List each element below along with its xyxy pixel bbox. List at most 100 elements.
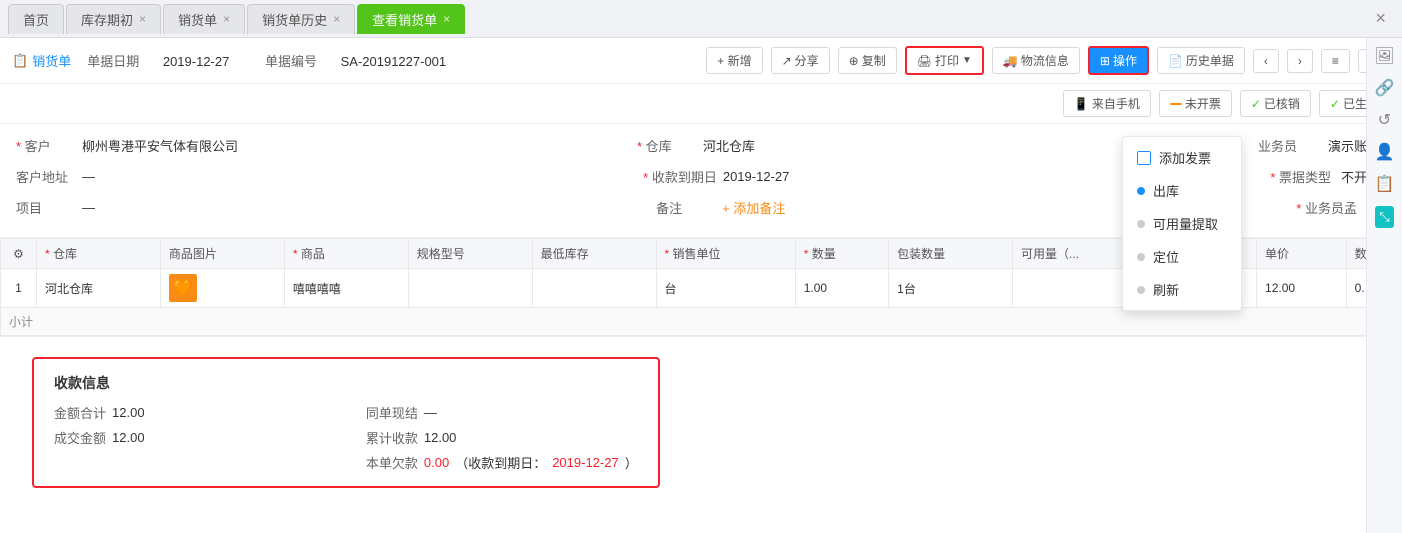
- from-phone-button[interactable]: 📱 来自手机: [1063, 90, 1151, 117]
- copy-icon: ⊕: [849, 54, 859, 68]
- cell-unit-price: 12.00: [1257, 269, 1347, 308]
- dropdown-refresh[interactable]: 刷新: [1123, 273, 1241, 306]
- tab-view-sales[interactable]: 查看销货单 ×: [357, 4, 465, 34]
- dropdown-locate[interactable]: 定位: [1123, 240, 1241, 273]
- refresh-dot-icon: [1137, 286, 1145, 294]
- print-dropdown-arrow: ▼: [962, 55, 972, 66]
- outbound-dot-icon: [1137, 187, 1145, 195]
- tab-sales-history[interactable]: 销货单历史 ×: [247, 4, 355, 34]
- cell-product: 嘻嘻嘻嘻: [284, 269, 408, 308]
- same-order-settle-row: 同单现结 —: [366, 403, 638, 422]
- sidebar-image-icon[interactable]: 🖼: [1374, 46, 1394, 66]
- th-quantity: 数量: [795, 239, 888, 269]
- close-view-sales-tab[interactable]: ×: [443, 12, 450, 26]
- sales-staff-label: 业务员孟: [1296, 198, 1357, 217]
- subtotal-label: 小计: [1, 308, 1402, 336]
- doc-number-label: 单据编号 SA-20191227-001: [265, 54, 462, 69]
- project-value: —: [76, 198, 101, 217]
- payment-date-value: 2019-12-27: [717, 167, 796, 186]
- available-qty-dot-icon: [1137, 220, 1145, 228]
- payment-section: 收款信息 金额合计 12.00 同单现结 — 成交金额 12.00: [32, 357, 660, 488]
- due-date-suffix: ）: [625, 453, 638, 472]
- th-spec: 规格型号: [408, 239, 532, 269]
- product-image: 🧡: [169, 274, 197, 302]
- dropdown-outbound[interactable]: 出库: [1123, 174, 1241, 207]
- right-sidebar: 🖼 🔗 ↺ 👤 📋 ⤡: [1366, 38, 1402, 533]
- same-order-settle-value: —: [424, 405, 437, 420]
- phone-icon: 📱: [1074, 97, 1089, 111]
- document-header: 📋 销货单 单据日期 2019-12-27 单据编号 SA-20191227-0…: [0, 38, 1402, 84]
- sidebar-refresh-icon[interactable]: ↺: [1378, 110, 1391, 130]
- customer-value: 柳州粤港平安气体有限公司: [76, 134, 244, 157]
- sub-toolbar: 📱 来自手机 未开票 ✓ 已核销 ✓ 已生效: [0, 84, 1402, 124]
- operation-button[interactable]: ⊞ 操作: [1088, 46, 1149, 75]
- sidebar-link-icon[interactable]: 🔗: [1375, 78, 1395, 98]
- history-icon: 📄: [1168, 54, 1183, 68]
- prev-record-button[interactable]: ‹: [1253, 49, 1279, 73]
- cumulative-payment-value: 12.00: [424, 430, 457, 445]
- project-label: 项目: [16, 198, 76, 217]
- th-product: 商品: [284, 239, 408, 269]
- tab-bar: 首页 库存期初 × 销货单 × 销货单历史 × 查看销货单 × ×: [0, 0, 1402, 38]
- close-sales-tab[interactable]: ×: [223, 12, 230, 26]
- cell-sales-unit: 台: [656, 269, 795, 308]
- total-amount-value: 12.00: [112, 405, 145, 420]
- warehouse-value: 河北仓库: [697, 134, 761, 157]
- close-history-tab[interactable]: ×: [333, 12, 340, 26]
- next-record-button[interactable]: ›: [1287, 49, 1313, 73]
- logistics-button[interactable]: 🚚 物流信息: [992, 47, 1080, 74]
- th-min-stock: 最低库存: [532, 239, 656, 269]
- add-note-button[interactable]: + 添加备注: [716, 196, 791, 219]
- th-pack-qty: 包装数量: [889, 239, 1013, 269]
- print-button[interactable]: 🖨 打印 ▼: [905, 46, 984, 75]
- transaction-amount-label: 成交金额: [54, 428, 106, 447]
- not-open-badge: [1170, 103, 1182, 105]
- dropdown-add-invoice[interactable]: 添加发票: [1123, 141, 1241, 174]
- share-button[interactable]: ↗ 分享: [771, 47, 830, 74]
- confirm-button[interactable]: ✓ 已核销: [1240, 90, 1311, 117]
- dropdown-available-qty[interactable]: 可用量提取: [1123, 207, 1241, 240]
- th-settings[interactable]: ⚙: [1, 239, 37, 269]
- staff-label: 业务员: [1258, 136, 1318, 155]
- transaction-amount-value: 12.00: [112, 430, 145, 445]
- ticket-type-label: 票据类型: [1270, 167, 1331, 186]
- sidebar-clipboard-icon[interactable]: 📋: [1375, 174, 1395, 194]
- project-field: 项目 —: [16, 198, 656, 217]
- total-amount-row: 金额合计 12.00: [54, 403, 326, 422]
- cell-min-stock: [532, 269, 656, 308]
- transaction-amount-row: 成交金额 12.00: [54, 428, 326, 447]
- total-amount-label: 金额合计: [54, 403, 106, 422]
- due-value: 0.00: [424, 455, 449, 470]
- payment-section-wrapper: 收款信息 金额合计 12.00 同单现结 — 成交金额 12.00: [0, 337, 1402, 508]
- payment-title: 收款信息: [54, 373, 638, 393]
- th-product-img: 商品图片: [160, 239, 284, 269]
- address-label: 客户地址: [16, 167, 76, 186]
- sidebar-user-icon[interactable]: 👤: [1375, 142, 1395, 162]
- payment-grid: 金额合计 12.00 同单现结 — 成交金额 12.00 累计收款 12.00: [54, 403, 638, 472]
- main-content: 📋 销货单 单据日期 2019-12-27 单据编号 SA-20191227-0…: [0, 38, 1402, 533]
- history-button[interactable]: 📄 历史单据: [1157, 47, 1245, 74]
- close-inventory-tab[interactable]: ×: [139, 12, 146, 26]
- th-unit-price: 单价: [1257, 239, 1347, 269]
- invoice-icon: [1137, 151, 1151, 165]
- sidebar-expand-icon[interactable]: ⤡: [1375, 206, 1393, 228]
- check-icon: ✓: [1251, 97, 1261, 111]
- not-open-ticket-button[interactable]: 未开票: [1159, 90, 1232, 117]
- tab-home[interactable]: 首页: [8, 4, 64, 34]
- address-value: —: [76, 167, 101, 186]
- copy-button[interactable]: ⊕ 复制: [838, 47, 897, 74]
- payment-date-label: 收款到期日: [643, 167, 717, 186]
- view-toggle-list[interactable]: ≡: [1321, 49, 1350, 73]
- same-order-settle-label: 同单现结: [366, 403, 418, 422]
- tab-inventory[interactable]: 库存期初 ×: [66, 4, 161, 34]
- cell-quantity: 1.00: [795, 269, 888, 308]
- effective-icon: ✓: [1330, 97, 1340, 111]
- cumulative-payment-label: 累计收款: [366, 428, 418, 447]
- cumulative-payment-row: 累计收款 12.00: [366, 428, 638, 447]
- window-close-button[interactable]: ×: [1367, 8, 1394, 29]
- new-button[interactable]: + 新增: [706, 47, 762, 74]
- cell-row-num: 1: [1, 269, 37, 308]
- document-type: 📋 销货单: [12, 51, 71, 70]
- tab-sales[interactable]: 销货单 ×: [163, 4, 245, 34]
- doc-date-label: 单据日期 2019-12-27: [87, 54, 249, 69]
